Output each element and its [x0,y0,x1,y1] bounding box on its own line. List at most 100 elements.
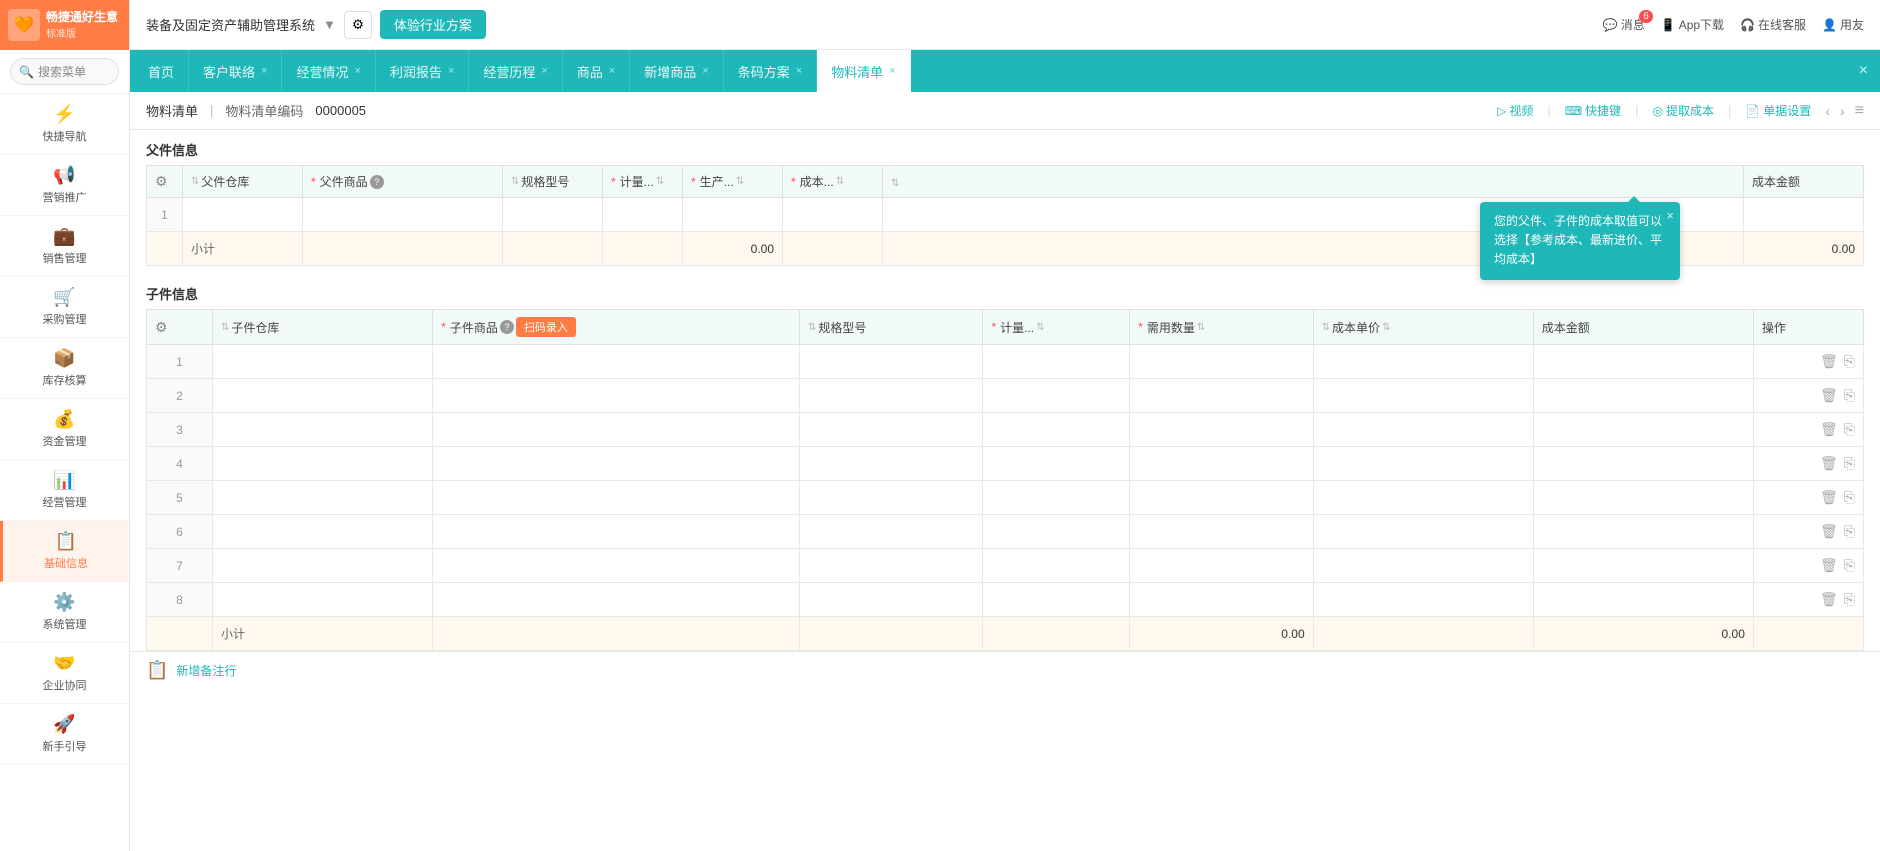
child-delete-icon-5[interactable]: 🗑 [1820,489,1838,506]
parent-spec-sort[interactable]: ⇅ [511,176,519,187]
child-unit-price-cell-2[interactable] [1313,379,1533,413]
child-copy-icon-2[interactable]: ⎘ [1844,387,1855,404]
child-warehouse-cell-3[interactable] [213,413,433,447]
child-product-cell-5[interactable] [433,481,800,515]
close-page-icon[interactable]: ≡ [1855,102,1864,120]
close-all-tabs-button[interactable]: × [1851,58,1876,84]
child-qty-sort[interactable]: ⇅ [1197,322,1205,333]
child-unit-price-cell-3[interactable] [1313,413,1533,447]
dropdown-arrow-icon[interactable]: ▼ [323,17,336,32]
child-cost-amount-cell-6[interactable] [1533,515,1753,549]
sidebar-item-basic-info[interactable]: 📋 基础信息 [0,521,129,582]
single-settings-button[interactable]: 📄 单据设置 [1741,100,1815,121]
child-unit-price-cell-5[interactable] [1313,481,1533,515]
child-delete-icon-7[interactable]: 🗑 [1820,557,1838,574]
sidebar-item-purchase[interactable]: 🛒 采购管理 [0,277,129,338]
child-copy-icon-4[interactable]: ⎘ [1844,455,1855,472]
child-cost-amount-cell-2[interactable] [1533,379,1753,413]
child-cost-amount-cell-7[interactable] [1533,549,1753,583]
trial-button[interactable]: 体验行业方案 [380,10,486,39]
tab-add-goods[interactable]: 新增商品 × [630,50,723,92]
tab-barcode[interactable]: 条码方案 × [724,50,817,92]
child-unit-cell-5[interactable] [983,481,1130,515]
sidebar-item-stock[interactable]: 📦 库存核算 [0,338,129,399]
child-copy-icon-8[interactable]: ⎘ [1844,591,1855,608]
child-table-settings-icon[interactable]: ⚙ [155,319,168,335]
child-warehouse-cell-6[interactable] [213,515,433,549]
parent-cost-cell[interactable] [783,198,883,232]
child-product-cell-2[interactable] [433,379,800,413]
child-warehouse-cell-4[interactable] [213,447,433,481]
parent-warehouse-sort[interactable]: ⇅ [191,176,199,187]
sidebar-item-system[interactable]: ⚙️ 系统管理 [0,582,129,643]
child-unit-price-cell-6[interactable] [1313,515,1533,549]
child-product-cell-6[interactable] [433,515,800,549]
tab-customer-close[interactable]: × [261,65,267,77]
child-spec-cell-5[interactable] [800,481,983,515]
child-warehouse-cell-7[interactable] [213,549,433,583]
online-service-button[interactable]: 🎧 在线客服 [1740,16,1806,33]
child-unit-cell-7[interactable] [983,549,1130,583]
child-warehouse-cell-1[interactable] [213,345,433,379]
child-qty-cell-7[interactable] [1130,549,1313,583]
parent-table-settings-icon[interactable]: ⚙ [155,173,168,189]
child-unit-sort[interactable]: ⇅ [1036,322,1044,333]
child-unit-price-sort2[interactable]: ⇅ [1382,322,1390,333]
parent-cost-sort[interactable]: ⇅ [836,176,844,187]
sidebar-item-quick-nav[interactable]: ⚡ 快捷导航 [0,94,129,155]
view-video-button[interactable]: ▷ 视频 [1493,100,1537,121]
child-copy-icon-5[interactable]: ⎘ [1844,489,1855,506]
parent-unit-sort[interactable]: ⇅ [656,176,664,187]
tab-bom-close[interactable]: × [889,65,895,77]
child-spec-cell-3[interactable] [800,413,983,447]
parent-produce-sort[interactable]: ⇅ [736,176,744,187]
tab-home[interactable]: 首页 [134,50,189,92]
parent-spec-cell[interactable] [503,198,603,232]
child-qty-cell-2[interactable] [1130,379,1313,413]
tab-profit-report[interactable]: 利润报告 × [376,50,469,92]
child-spec-cell-7[interactable] [800,549,983,583]
child-qty-cell-4[interactable] [1130,447,1313,481]
child-unit-price-cell-1[interactable] [1313,345,1533,379]
sidebar-item-sales[interactable]: 💼 销售管理 [0,216,129,277]
parent-warehouse-cell[interactable] [183,198,303,232]
add-note-label[interactable]: 新增备注行 [176,662,236,679]
breadcrumb-bom-list[interactable]: 物料清单 [146,101,198,120]
child-product-cell-1[interactable] [433,345,800,379]
child-unit-cell-8[interactable] [983,583,1130,617]
child-delete-icon-4[interactable]: 🗑 [1820,455,1838,472]
child-delete-icon-6[interactable]: 🗑 [1820,523,1838,540]
child-delete-icon-8[interactable]: 🗑 [1820,591,1838,608]
settings-button[interactable]: ⚙ [344,11,372,39]
child-unit-cell-3[interactable] [983,413,1130,447]
tab-operation-history-close[interactable]: × [541,65,547,77]
tab-bom[interactable]: 物料清单 × [817,50,910,92]
child-unit-cell-4[interactable] [983,447,1130,481]
child-copy-icon-7[interactable]: ⎘ [1844,557,1855,574]
parent-product-cell[interactable] [303,198,503,232]
sidebar-item-guide[interactable]: 🚀 新手引导 [0,704,129,765]
child-cost-amount-cell-4[interactable] [1533,447,1753,481]
child-cost-amount-cell-1[interactable] [1533,345,1753,379]
extract-cost-button[interactable]: ◎ 提取成本 [1648,100,1718,121]
child-copy-icon-3[interactable]: ⎘ [1844,421,1855,438]
sidebar-item-operation[interactable]: 📊 经营管理 [0,460,129,521]
child-unit-price-cell-4[interactable] [1313,447,1533,481]
child-unit-price-sort[interactable]: ⇅ [1322,322,1330,333]
child-delete-icon-3[interactable]: 🗑 [1820,421,1838,438]
parent-extra-sort[interactable]: ⇅ [891,178,899,189]
tab-operation-history[interactable]: 经营历程 × [469,50,562,92]
parent-cost-amount-cell[interactable] [1744,198,1864,232]
child-product-info-icon[interactable]: ? [500,320,514,334]
nav-next-icon[interactable]: › [1840,103,1845,119]
child-copy-icon-1[interactable]: ⎘ [1844,353,1855,370]
tab-operation-status[interactable]: 经营情况 × [282,50,375,92]
child-product-cell-4[interactable] [433,447,800,481]
tooltip-close-button[interactable]: × [1666,206,1674,227]
search-menu-button[interactable]: 🔍 搜索菜单 [10,58,119,85]
child-unit-cell-1[interactable] [983,345,1130,379]
child-unit-cell-6[interactable] [983,515,1130,549]
app-download-button[interactable]: 📱 App下载 [1661,16,1724,33]
tab-barcode-close[interactable]: × [796,65,802,77]
child-spec-cell-4[interactable] [800,447,983,481]
